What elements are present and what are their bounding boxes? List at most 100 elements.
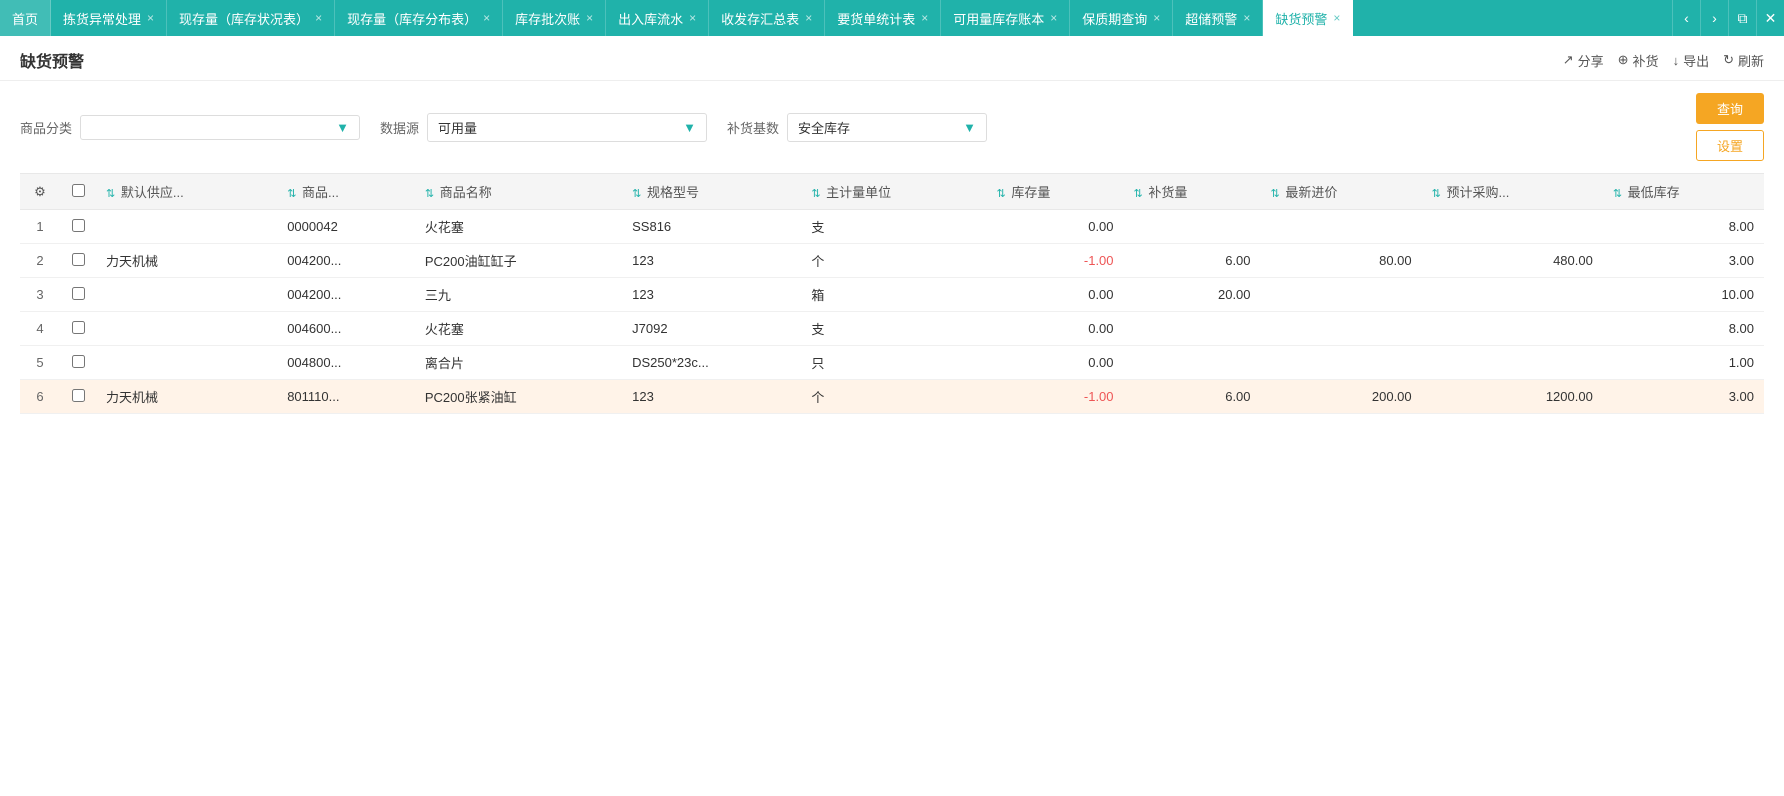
tab-close-available-ledger[interactable]: × [1050,11,1057,25]
tab-batch-account[interactable]: 库存批次账 × [503,0,606,36]
row-spec-4: J7092 [622,312,801,346]
row-min-stock-2: 3.00 [1603,244,1764,278]
col-unit[interactable]: ⇅ 主计量单位 [801,174,986,210]
row-num-6: 6 [20,380,60,414]
tab-inventory-status[interactable]: 现存量（库存状况表） × [167,0,335,36]
tab-prev-button[interactable]: ‹ [1672,0,1700,36]
col-checkbox [60,174,96,210]
export-button[interactable]: ↓ 导出 [1673,51,1710,70]
tab-close-overstock[interactable]: × [1243,11,1250,25]
replenish-button[interactable]: ⊕ 补货 [1618,51,1659,70]
row-min-stock-3: 10.00 [1603,278,1764,312]
sort-unit-icon: ⇅ [811,187,820,200]
col-spec[interactable]: ⇅ 规格型号 [622,174,801,210]
row-stock-6: -1.00 [987,380,1124,414]
col-replenish-qty[interactable]: ⇅ 补货量 [1124,174,1261,210]
tab-close-batch-account[interactable]: × [586,11,593,25]
col-product-code[interactable]: ⇅ 商品... [277,174,415,210]
table-row: 3 004200... 三九 123 箱 0.00 20.00 10.00 [20,278,1764,312]
share-button[interactable]: ↗ 分享 [1563,51,1604,70]
tab-close-inout-flow[interactable]: × [689,11,696,25]
col-product-name[interactable]: ⇅ 商品名称 [415,174,622,210]
tab-abnormal[interactable]: 拣货异常处理 × [51,0,167,36]
replenish-base-label: 补货基数 [727,118,779,137]
row-checkbox-4[interactable] [60,312,96,346]
row-latest-price-4 [1261,312,1422,346]
tab-expiry-query[interactable]: 保质期查询 × [1070,0,1173,36]
tab-inventory-dist[interactable]: 现存量（库存分布表） × [335,0,503,36]
row-select-checkbox-6[interactable] [72,389,85,402]
sort-spec-icon: ⇅ [632,187,641,200]
row-select-checkbox-4[interactable] [72,321,85,334]
tab-close-all-button[interactable]: ✕ [1756,0,1784,36]
settings-button[interactable]: 设置 [1696,130,1764,161]
tab-shortage[interactable]: 缺货预警 × [1263,0,1353,36]
export-icon: ↓ [1673,53,1680,68]
row-num-2: 2 [20,244,60,278]
table-row: 1 0000042 火花塞 SS816 支 0.00 8.00 [20,210,1764,244]
select-all-checkbox[interactable] [72,184,85,197]
refresh-button[interactable]: ↻ 刷新 [1723,51,1764,70]
query-button[interactable]: 查询 [1696,93,1764,124]
tab-available-ledger[interactable]: 可用量库存账本 × [941,0,1070,36]
category-chevron-icon: ▼ [336,120,349,135]
datasource-value: 可用量 [438,118,477,137]
row-checkbox-6[interactable] [60,380,96,414]
tab-collect-summary[interactable]: 收发存汇总表 × [709,0,825,36]
row-stock-2: -1.00 [987,244,1124,278]
table-row: 2 力天机械 004200... PC200油缸缸子 123 个 -1.00 6… [20,244,1764,278]
tab-close-inventory-dist[interactable]: × [483,11,490,25]
col-settings[interactable]: ⚙ [20,174,60,210]
row-latest-price-3 [1261,278,1422,312]
tab-home[interactable]: 首页 [0,0,51,36]
row-select-checkbox-1[interactable] [72,219,85,232]
tab-window-button[interactable]: ⧉ [1728,0,1756,36]
tab-close-collect-summary[interactable]: × [805,11,812,25]
tab-overstock[interactable]: 超储预警 × [1173,0,1263,36]
replenish-base-select[interactable]: 安全库存 ▼ [787,113,987,142]
datasource-select[interactable]: 可用量 ▼ [427,113,707,142]
row-checkbox-5[interactable] [60,346,96,380]
row-min-stock-1: 8.00 [1603,210,1764,244]
datasource-chevron-icon: ▼ [683,120,696,135]
tab-next-button[interactable]: › [1700,0,1728,36]
tab-close-expiry-query[interactable]: × [1153,11,1160,25]
row-checkbox-1[interactable] [60,210,96,244]
tab-purchase-stat[interactable]: 要货单统计表 × [825,0,941,36]
tab-close-inventory-status[interactable]: × [315,11,322,25]
tab-close-purchase-stat[interactable]: × [921,11,928,25]
col-latest-price[interactable]: ⇅ 最新进价 [1261,174,1422,210]
tab-inout-flow[interactable]: 出入库流水 × [606,0,709,36]
filter-area: 商品分类 ▼ 数据源 可用量 ▼ 补货基数 安全库存 ▼ 查询 设置 [0,81,1784,173]
sort-price-icon: ⇅ [1271,187,1280,200]
row-supplier-3 [96,278,277,312]
row-checkbox-3[interactable] [60,278,96,312]
col-stock[interactable]: ⇅ 库存量 [987,174,1124,210]
row-checkbox-2[interactable] [60,244,96,278]
tab-close-abnormal[interactable]: × [147,11,154,25]
row-product-name-4: 火花塞 [415,312,622,346]
row-supplier-4 [96,312,277,346]
row-supplier-1 [96,210,277,244]
row-select-checkbox-5[interactable] [72,355,85,368]
col-est-purchase[interactable]: ⇅ 预计采购... [1422,174,1603,210]
col-min-stock[interactable]: ⇅ 最低库存 [1603,174,1764,210]
category-select[interactable]: ▼ [80,115,360,140]
row-replenish-qty-6: 6.00 [1124,380,1261,414]
row-stock-3: 0.00 [987,278,1124,312]
sort-code-icon: ⇅ [287,187,296,200]
row-supplier-5 [96,346,277,380]
row-supplier-2: 力天机械 [96,244,277,278]
row-select-checkbox-2[interactable] [72,253,85,266]
row-min-stock-6: 3.00 [1603,380,1764,414]
gear-icon: ⚙ [34,184,46,199]
category-filter-group: 商品分类 ▼ [20,115,360,140]
row-supplier-6: 力天机械 [96,380,277,414]
row-spec-3: 123 [622,278,801,312]
row-select-checkbox-3[interactable] [72,287,85,300]
row-replenish-qty-2: 6.00 [1124,244,1261,278]
tab-close-shortage[interactable]: × [1333,11,1340,25]
col-supplier[interactable]: ⇅ 默认供应... [96,174,277,210]
row-spec-2: 123 [622,244,801,278]
row-product-name-6: PC200张紧油缸 [415,380,622,414]
